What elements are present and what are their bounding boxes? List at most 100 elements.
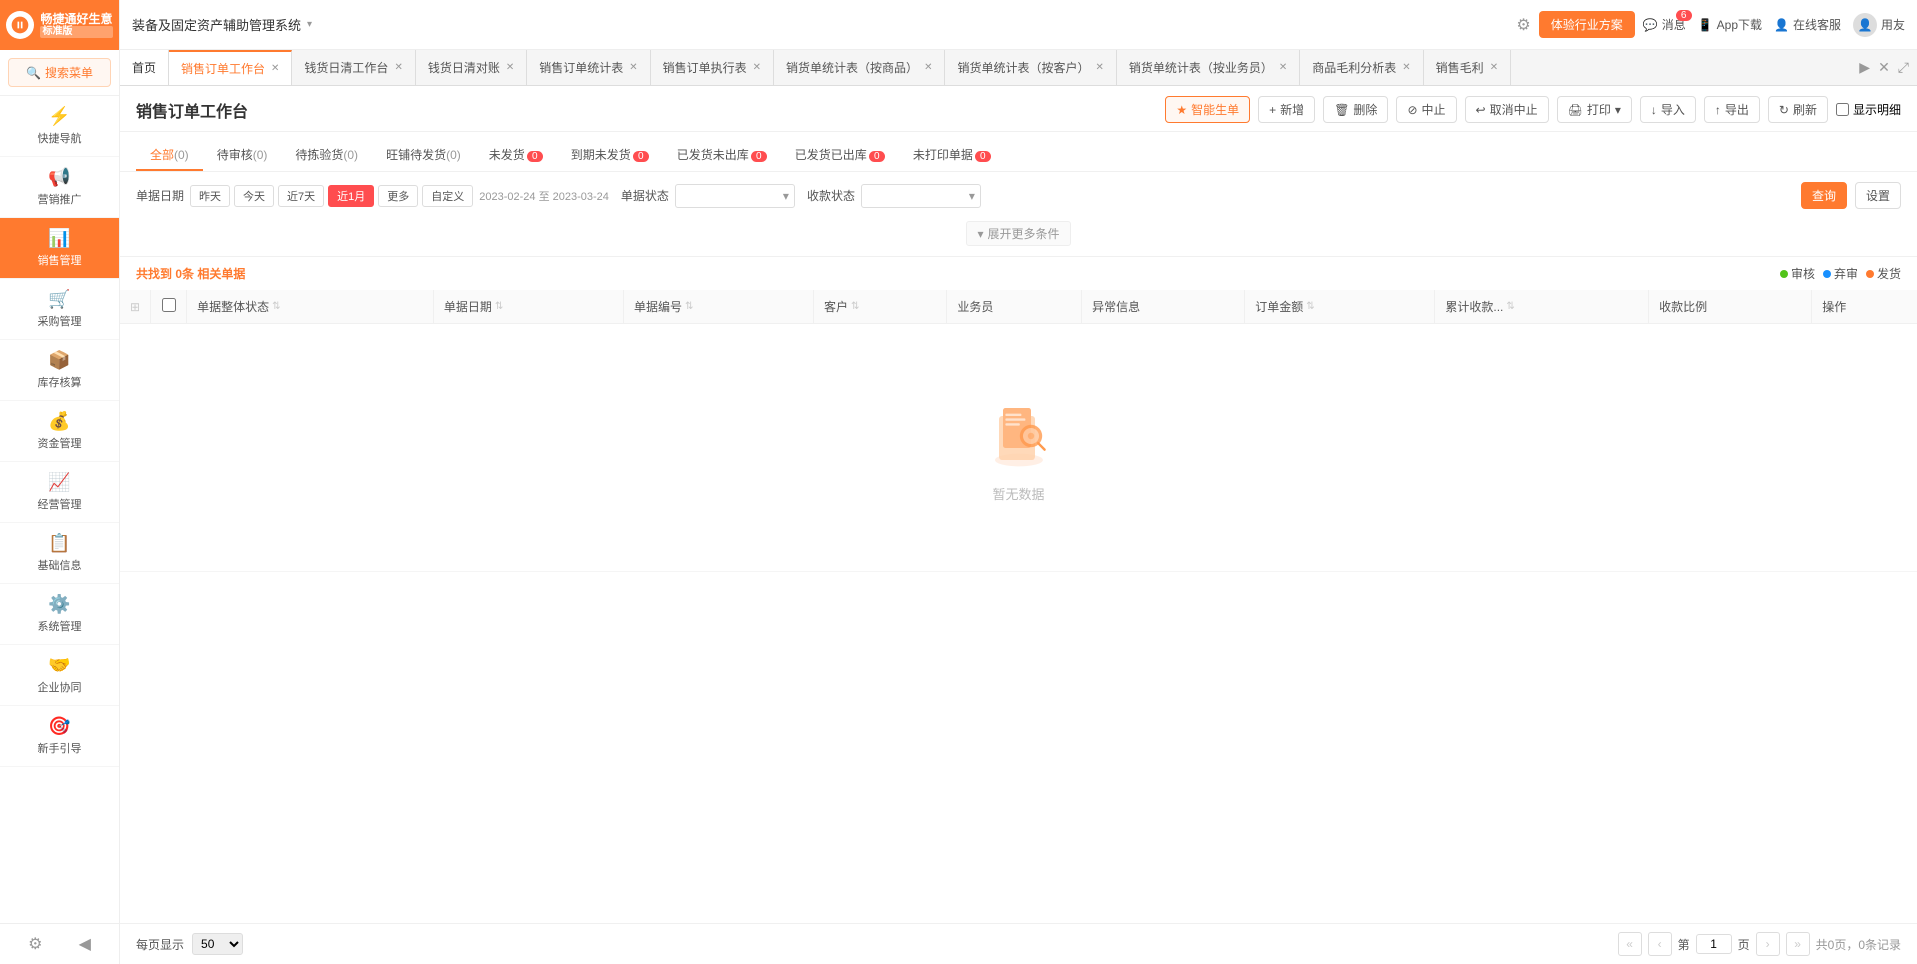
delete-button[interactable]: 🗑 删除 — [1323, 96, 1388, 123]
ship-button[interactable]: 发货 — [1866, 265, 1901, 282]
detail-checkbox[interactable] — [1836, 103, 1849, 116]
tab-maximize[interactable]: ⤢ — [1898, 59, 1909, 76]
subtab-all[interactable]: 全部(0) — [136, 140, 203, 171]
tab-sales-customer-close[interactable]: ✕ — [1095, 62, 1103, 73]
tab-sales-order[interactable]: 销售订单工作台 ✕ — [169, 50, 292, 86]
subtab-unprinted[interactable]: 未打印单据0 — [899, 140, 1005, 171]
tab-cash-daily-close[interactable]: ✕ — [394, 62, 402, 73]
solution-button[interactable]: 体验行业方案 — [1539, 11, 1635, 38]
sidebar-item-quicknav[interactable]: ⚡ 快捷导航 — [0, 96, 119, 157]
sidebar-item-purchase[interactable]: 🛒 采购管理 — [0, 279, 119, 340]
add-button[interactable]: + 新增 — [1258, 96, 1315, 123]
next-page-button[interactable]: › — [1756, 932, 1780, 956]
cancel-audit-button[interactable]: 弃审 — [1823, 265, 1858, 282]
tab-sales-margin-close[interactable]: ✕ — [1490, 62, 1498, 73]
tab-sales-exec[interactable]: 销售订单执行表 ✕ — [651, 50, 774, 86]
stop-button[interactable]: ⊘ 中止 — [1396, 96, 1456, 123]
sidebar-collapse-button[interactable]: ◀ — [79, 934, 91, 954]
tab-sales-customer[interactable]: 销货单统计表（按客户） ✕ — [945, 50, 1116, 86]
tab-home[interactable]: 首页 — [120, 50, 169, 86]
subtab-shipped-not-out[interactable]: 已发货未出库0 — [663, 140, 781, 171]
delete-icon: 🗑 — [1334, 103, 1349, 117]
last-page-button[interactable]: » — [1786, 932, 1810, 956]
date-7days[interactable]: 近7天 — [278, 185, 324, 207]
tab-close-all[interactable]: ✕ — [1878, 59, 1890, 76]
sidebar-settings-button[interactable]: ⚙ — [28, 934, 42, 954]
date-today[interactable]: 今天 — [234, 185, 274, 207]
sidebar-item-inventory[interactable]: 📦 库存核算 — [0, 340, 119, 401]
number-sort[interactable]: ⇅ — [685, 301, 693, 312]
app-icon: 📱 — [1698, 18, 1713, 32]
sidebar-item-basic[interactable]: 📋 基础信息 — [0, 523, 119, 584]
subtab-unshipped[interactable]: 未发货0 — [475, 140, 557, 171]
tab-sales-stats[interactable]: 销售订单统计表 ✕ — [527, 50, 650, 86]
prev-page-button[interactable]: ‹ — [1648, 932, 1672, 956]
status-select[interactable] — [675, 184, 795, 208]
search-menu-button[interactable]: 🔍 搜索菜单 — [8, 58, 111, 87]
tab-cash-reconcile-close[interactable]: ✕ — [506, 62, 514, 73]
expand-conditions-button[interactable]: ▾ 展开更多条件 — [966, 221, 1070, 246]
tab-sales-product-close[interactable]: ✕ — [924, 62, 932, 73]
subtab-wangpu-pending[interactable]: 旺铺待发货(0) — [372, 140, 475, 171]
filter-settings-button[interactable]: 设置 — [1855, 182, 1901, 209]
tab-margin-close[interactable]: ✕ — [1402, 62, 1410, 73]
date-yesterday[interactable]: 昨天 — [190, 185, 230, 207]
col-salesman: 业务员 — [947, 290, 1082, 324]
status-sort[interactable]: ⇅ — [272, 301, 280, 312]
tab-sales-order-close[interactable]: ✕ — [271, 63, 279, 74]
tab-sales-exec-close[interactable]: ✕ — [753, 62, 761, 73]
user-avatar: 👤 — [1853, 13, 1877, 37]
tab-sales-staff-close[interactable]: ✕ — [1279, 62, 1287, 73]
sidebar-item-sales[interactable]: 📊 销售管理 — [0, 218, 119, 279]
tab-margin[interactable]: 商品毛利分析表 ✕ — [1300, 50, 1423, 86]
date-sort[interactable]: ⇅ — [495, 301, 503, 312]
cancel-stop-button[interactable]: ↩ 取消中止 — [1465, 96, 1549, 123]
export-button[interactable]: ↑ 导出 — [1704, 96, 1760, 123]
tab-scroll-right[interactable]: ▶ — [1859, 59, 1870, 76]
amount-sort[interactable]: ⇅ — [1306, 301, 1314, 312]
dropdown-icon[interactable]: ▾ — [307, 19, 312, 30]
subtab-pending-inspect[interactable]: 待拣验货(0) — [281, 140, 372, 171]
first-page-button[interactable]: « — [1618, 932, 1642, 956]
smart-create-button[interactable]: ★ 智能生单 — [1165, 96, 1250, 123]
tab-sales-product[interactable]: 销货单统计表（按商品） ✕ — [774, 50, 945, 86]
subtab-pending-review[interactable]: 待审核(0) — [203, 140, 282, 171]
date-buttons: 昨天 今天 近7天 近1月 更多 自定义 — [190, 185, 473, 207]
sidebar-item-guide[interactable]: 🎯 新手引导 — [0, 706, 119, 767]
page-size-select[interactable]: 10 20 50 100 — [192, 933, 243, 955]
app-download-button[interactable]: 📱 App下载 — [1698, 16, 1762, 33]
date-1month[interactable]: 近1月 — [328, 185, 374, 207]
query-button[interactable]: 查询 — [1801, 182, 1847, 209]
print-button[interactable]: 🖨 打印 ▾ — [1557, 96, 1632, 123]
topbar-settings-icon[interactable]: ⚙ — [1516, 15, 1530, 35]
empty-row: 暂无数据 — [120, 324, 1917, 572]
message-button[interactable]: 💬 消息 6 — [1643, 16, 1686, 33]
date-custom[interactable]: 自定义 — [422, 185, 473, 207]
page-input[interactable] — [1696, 934, 1732, 954]
subtab-shipped-out[interactable]: 已发货已出库0 — [781, 140, 899, 171]
refresh-button[interactable]: ↻ 刷新 — [1768, 96, 1828, 123]
detail-checkbox-label[interactable]: 显示明细 — [1836, 101, 1901, 118]
sidebar-item-sales-label: 销售管理 — [38, 252, 82, 268]
sidebar-item-management[interactable]: 📈 经营管理 — [0, 462, 119, 523]
online-service-button[interactable]: 👤 在线客服 — [1774, 16, 1841, 33]
user-menu[interactable]: 👤 用友 — [1853, 13, 1905, 37]
tab-sales-staff[interactable]: 销货单统计表（按业务员） ✕ — [1117, 50, 1300, 86]
tab-cash-daily[interactable]: 钱货日清工作台 ✕ — [292, 50, 415, 86]
customer-sort[interactable]: ⇅ — [851, 301, 859, 312]
import-button[interactable]: ↓ 导入 — [1640, 96, 1696, 123]
sidebar-item-enterprise[interactable]: 🤝 企业协同 — [0, 645, 119, 706]
payment-select[interactable] — [861, 184, 981, 208]
sidebar-item-finance[interactable]: 💰 资金管理 — [0, 401, 119, 462]
audit-button[interactable]: 审核 — [1780, 265, 1815, 282]
date-more[interactable]: 更多 — [378, 185, 418, 207]
tab-sales-stats-close[interactable]: ✕ — [629, 62, 637, 73]
payment-filter: 收款状态 — [807, 184, 981, 208]
sidebar-item-system[interactable]: ⚙️ 系统管理 — [0, 584, 119, 645]
collected-sort[interactable]: ⇅ — [1506, 301, 1514, 312]
tab-sales-margin[interactable]: 销售毛利 ✕ — [1424, 50, 1511, 86]
tab-cash-reconcile[interactable]: 钱货日清对账 ✕ — [416, 50, 527, 86]
subtab-overdue-unshipped[interactable]: 到期未发货0 — [557, 140, 663, 171]
select-all-checkbox[interactable] — [162, 298, 176, 312]
sidebar-item-marketing[interactable]: 📢 营销推广 — [0, 157, 119, 218]
